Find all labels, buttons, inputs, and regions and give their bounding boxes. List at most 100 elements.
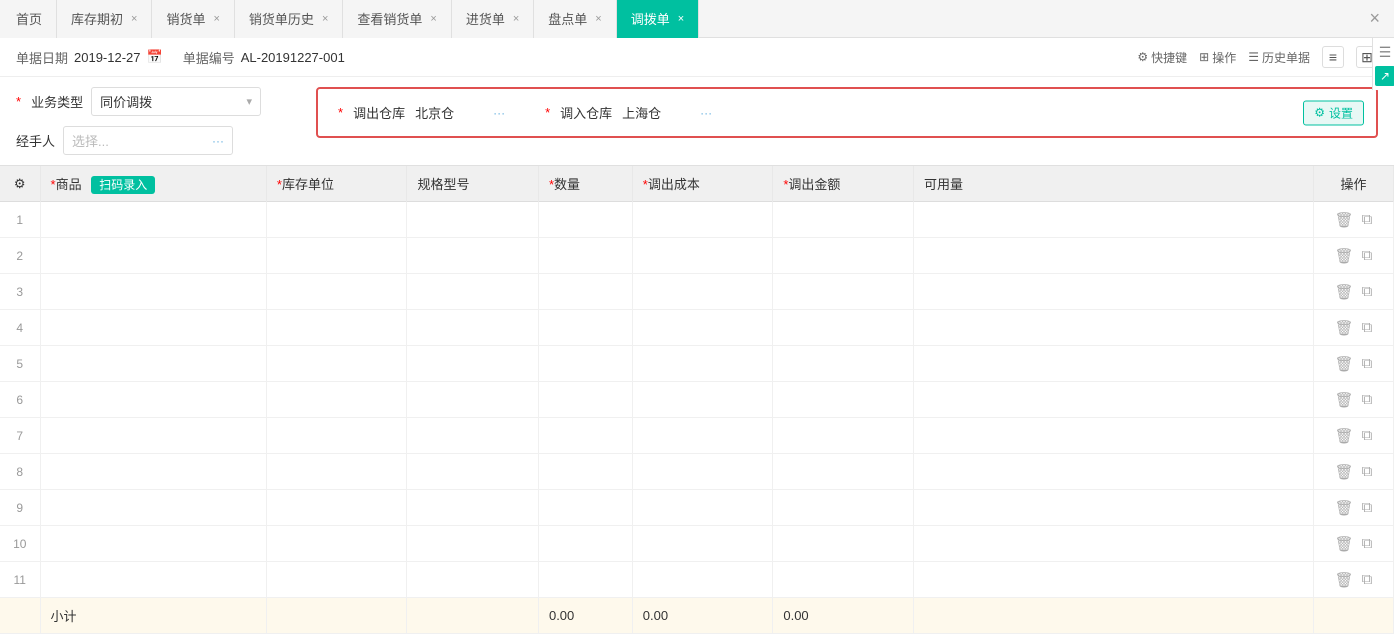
row-7-copy-icon[interactable]: ⧉	[1362, 427, 1373, 444]
row-2-available[interactable]	[914, 238, 1314, 274]
row-4-amount[interactable]	[773, 310, 914, 346]
row-4-delete-icon[interactable]: 🗑	[1335, 319, 1354, 337]
row-3-qty[interactable]	[538, 274, 632, 310]
row-8-qty[interactable]	[538, 454, 632, 490]
row-1-copy-icon[interactable]: ⧉	[1362, 211, 1373, 228]
row-4-cost[interactable]	[632, 310, 773, 346]
row-2-amount[interactable]	[773, 238, 914, 274]
row-10-available[interactable]	[914, 526, 1314, 562]
row-7-spec[interactable]	[407, 418, 538, 454]
row-3-delete-icon[interactable]: 🗑	[1335, 283, 1354, 301]
row-1-unit[interactable]	[266, 202, 407, 238]
row-10-cost[interactable]	[632, 526, 773, 562]
handler-more-icon[interactable]: ···	[212, 134, 224, 148]
row-8-delete-icon[interactable]: 🗑	[1335, 463, 1354, 481]
tab-inventory-init-close[interactable]: ×	[131, 13, 137, 25]
row-4-spec[interactable]	[407, 310, 538, 346]
row-11-delete-icon[interactable]: 🗑	[1335, 571, 1354, 589]
row-6-product[interactable]	[40, 382, 266, 418]
gear-icon[interactable]: ⚙	[14, 176, 26, 191]
row-4-unit[interactable]	[266, 310, 407, 346]
scan-entry-button[interactable]: 扫码录入	[91, 176, 155, 194]
tab-view-sales[interactable]: 查看销货单 ×	[343, 0, 451, 38]
row-7-unit[interactable]	[266, 418, 407, 454]
side-list-icon[interactable]: ☰	[1375, 42, 1394, 62]
calendar-icon[interactable]: 📅	[147, 49, 163, 65]
row-5-unit[interactable]	[266, 346, 407, 382]
row-3-available[interactable]	[914, 274, 1314, 310]
row-9-delete-icon[interactable]: 🗑	[1335, 499, 1354, 517]
row-9-copy-icon[interactable]: ⧉	[1362, 499, 1373, 516]
row-7-amount[interactable]	[773, 418, 914, 454]
row-6-unit[interactable]	[266, 382, 407, 418]
warehouse-in-more[interactable]: ···	[700, 106, 712, 120]
side-export-icon[interactable]: ↗	[1375, 66, 1394, 86]
row-10-spec[interactable]	[407, 526, 538, 562]
row-11-qty[interactable]	[538, 562, 632, 598]
row-2-product[interactable]	[40, 238, 266, 274]
tab-purchase-close[interactable]: ×	[513, 13, 519, 25]
row-11-copy-icon[interactable]: ⧉	[1362, 571, 1373, 588]
row-8-unit[interactable]	[266, 454, 407, 490]
row-5-delete-icon[interactable]: 🗑	[1335, 355, 1354, 373]
row-5-spec[interactable]	[407, 346, 538, 382]
business-type-select[interactable]: 同价调拨 ▾	[91, 87, 261, 116]
row-10-unit[interactable]	[266, 526, 407, 562]
row-11-amount[interactable]	[773, 562, 914, 598]
row-1-available[interactable]	[914, 202, 1314, 238]
row-4-product[interactable]	[40, 310, 266, 346]
row-5-amount[interactable]	[773, 346, 914, 382]
tab-purchase[interactable]: 进货单 ×	[452, 0, 534, 38]
row-2-copy-icon[interactable]: ⧉	[1362, 247, 1373, 264]
row-4-available[interactable]	[914, 310, 1314, 346]
row-9-product[interactable]	[40, 490, 266, 526]
row-6-cost[interactable]	[632, 382, 773, 418]
row-6-copy-icon[interactable]: ⧉	[1362, 391, 1373, 408]
tab-transfer[interactable]: 调拨单 ×	[617, 0, 699, 38]
row-1-delete-icon[interactable]: 🗑	[1335, 211, 1354, 229]
row-1-amount[interactable]	[773, 202, 914, 238]
row-8-spec[interactable]	[407, 454, 538, 490]
row-9-available[interactable]	[914, 490, 1314, 526]
tab-sales-order[interactable]: 销货单 ×	[152, 0, 234, 38]
row-2-unit[interactable]	[266, 238, 407, 274]
list-view-icon[interactable]: ≡	[1322, 46, 1344, 68]
row-11-product[interactable]	[40, 562, 266, 598]
row-9-cost[interactable]	[632, 490, 773, 526]
row-1-cost[interactable]	[632, 202, 773, 238]
row-4-qty[interactable]	[538, 310, 632, 346]
row-2-spec[interactable]	[407, 238, 538, 274]
tab-inventory-init[interactable]: 库存期初 ×	[57, 0, 152, 38]
row-6-qty[interactable]	[538, 382, 632, 418]
row-5-copy-icon[interactable]: ⧉	[1362, 355, 1373, 372]
row-9-amount[interactable]	[773, 490, 914, 526]
row-6-delete-icon[interactable]: 🗑	[1335, 391, 1354, 409]
row-6-amount[interactable]	[773, 382, 914, 418]
row-3-unit[interactable]	[266, 274, 407, 310]
history-button[interactable]: ☰ 历史单据	[1248, 49, 1310, 66]
row-1-qty[interactable]	[538, 202, 632, 238]
row-7-delete-icon[interactable]: 🗑	[1335, 427, 1354, 445]
row-4-copy-icon[interactable]: ⧉	[1362, 319, 1373, 336]
row-8-copy-icon[interactable]: ⧉	[1362, 463, 1373, 480]
settings-button[interactable]: ⚙ 设置	[1303, 100, 1364, 125]
row-7-qty[interactable]	[538, 418, 632, 454]
row-3-product[interactable]	[40, 274, 266, 310]
shortcut-button[interactable]: ⚙ 快捷键	[1137, 49, 1187, 66]
row-3-cost[interactable]	[632, 274, 773, 310]
row-7-product[interactable]	[40, 418, 266, 454]
warehouse-out-more[interactable]: ···	[493, 106, 505, 120]
tab-sales-history[interactable]: 销货单历史 ×	[235, 0, 343, 38]
row-8-available[interactable]	[914, 454, 1314, 490]
row-10-qty[interactable]	[538, 526, 632, 562]
row-1-spec[interactable]	[407, 202, 538, 238]
row-8-amount[interactable]	[773, 454, 914, 490]
tab-sales-history-close[interactable]: ×	[322, 13, 328, 25]
row-9-unit[interactable]	[266, 490, 407, 526]
tab-home[interactable]: 首页	[0, 0, 57, 38]
row-8-cost[interactable]	[632, 454, 773, 490]
row-10-product[interactable]	[40, 526, 266, 562]
row-9-spec[interactable]	[407, 490, 538, 526]
window-close-button[interactable]: ×	[1355, 0, 1394, 38]
row-9-qty[interactable]	[538, 490, 632, 526]
